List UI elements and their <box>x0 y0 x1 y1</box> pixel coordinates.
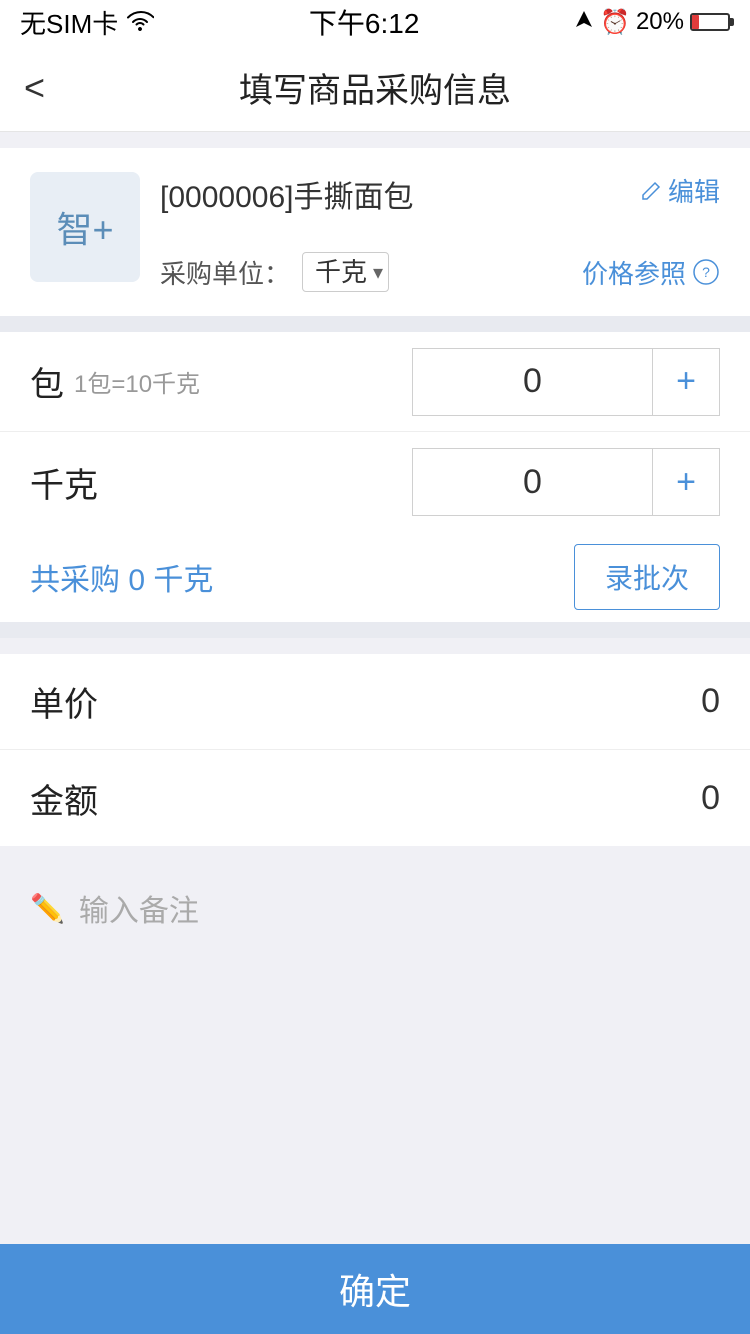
battery-percent: 20% <box>636 8 684 36</box>
alarm-icon: ⏰ <box>600 8 630 37</box>
price-value-unit: 0 <box>701 682 720 721</box>
carrier-label: 无SIM卡 <box>20 4 118 41</box>
qty-plus-kg[interactable]: + <box>652 448 720 516</box>
product-info: [0000006]手撕面包 编辑 采购单位： 千克 价格参照 <box>160 172 720 292</box>
confirm-label: 确定 <box>339 1263 411 1315</box>
nav-bar: < 填写商品采购信息 <box>0 44 750 132</box>
input-row-bao: 包 1包=10千克 + <box>0 332 750 432</box>
edit-button[interactable]: 编辑 <box>640 172 720 209</box>
input-field-wrap-bao: + <box>200 348 720 416</box>
pencil-icon: ✏️ <box>30 892 65 925</box>
gps-icon <box>574 8 594 36</box>
status-bar: 无SIM卡 下午6:12 ⏰ 20% <box>0 0 750 44</box>
qty-input-bao[interactable] <box>412 348 652 416</box>
price-value-total: 0 <box>701 779 720 818</box>
product-name: [0000006]手撕面包 <box>160 172 413 216</box>
price-row-unit: 单价 0 <box>0 654 750 750</box>
unit-select[interactable]: 千克 <box>302 252 389 292</box>
input-label-bao: 包 <box>30 357 64 406</box>
input-label-kg: 千克 <box>30 458 98 507</box>
price-row-total: 金额 0 <box>0 750 750 846</box>
status-time: 下午6:12 <box>309 2 420 42</box>
wifi-icon <box>126 7 154 38</box>
summary-text: 共采购 0 千克 <box>30 555 213 599</box>
divider-1 <box>0 316 750 332</box>
price-section: 单价 0 金额 0 <box>0 654 750 846</box>
qty-plus-bao[interactable]: + <box>652 348 720 416</box>
product-thumbnail: 智+ <box>30 172 140 282</box>
batch-button[interactable]: 录批次 <box>574 544 720 610</box>
remark-section[interactable]: ✏️ 输入备注 <box>0 862 750 954</box>
divider-2 <box>0 622 750 638</box>
input-sub-bao: 1包=10千克 <box>74 364 200 399</box>
product-logo: 智+ <box>56 201 113 253</box>
svg-text:?: ? <box>702 264 710 280</box>
price-label-unit: 单价 <box>30 677 98 726</box>
unit-select-wrap[interactable]: 千克 <box>302 252 389 292</box>
price-label-total: 金额 <box>30 774 98 823</box>
qty-input-kg[interactable] <box>412 448 652 516</box>
remark-input[interactable]: 输入备注 <box>79 886 199 930</box>
status-right: ⏰ 20% <box>574 8 730 37</box>
battery-icon <box>690 13 730 31</box>
price-ref-button[interactable]: 价格参照 ? <box>582 254 720 291</box>
product-meta: 采购单位： 千克 价格参照 ? <box>160 252 720 292</box>
input-row-kg: 千克 + <box>0 432 750 532</box>
purchase-unit-label: 采购单位： <box>160 254 290 291</box>
input-field-wrap-kg: + <box>98 448 720 516</box>
confirm-button[interactable]: 确定 <box>0 1244 750 1334</box>
page-title: 填写商品采购信息 <box>239 63 511 112</box>
purchase-unit-row: 采购单位： 千克 <box>160 252 389 292</box>
input-section: 包 1包=10千克 + 千克 + <box>0 332 750 532</box>
back-button[interactable]: < <box>24 67 45 109</box>
summary-row: 共采购 0 千克 录批次 <box>0 532 750 622</box>
product-card: 智+ [0000006]手撕面包 编辑 采购单位： 千克 价格参照 <box>0 148 750 316</box>
status-left: 无SIM卡 <box>20 4 154 41</box>
